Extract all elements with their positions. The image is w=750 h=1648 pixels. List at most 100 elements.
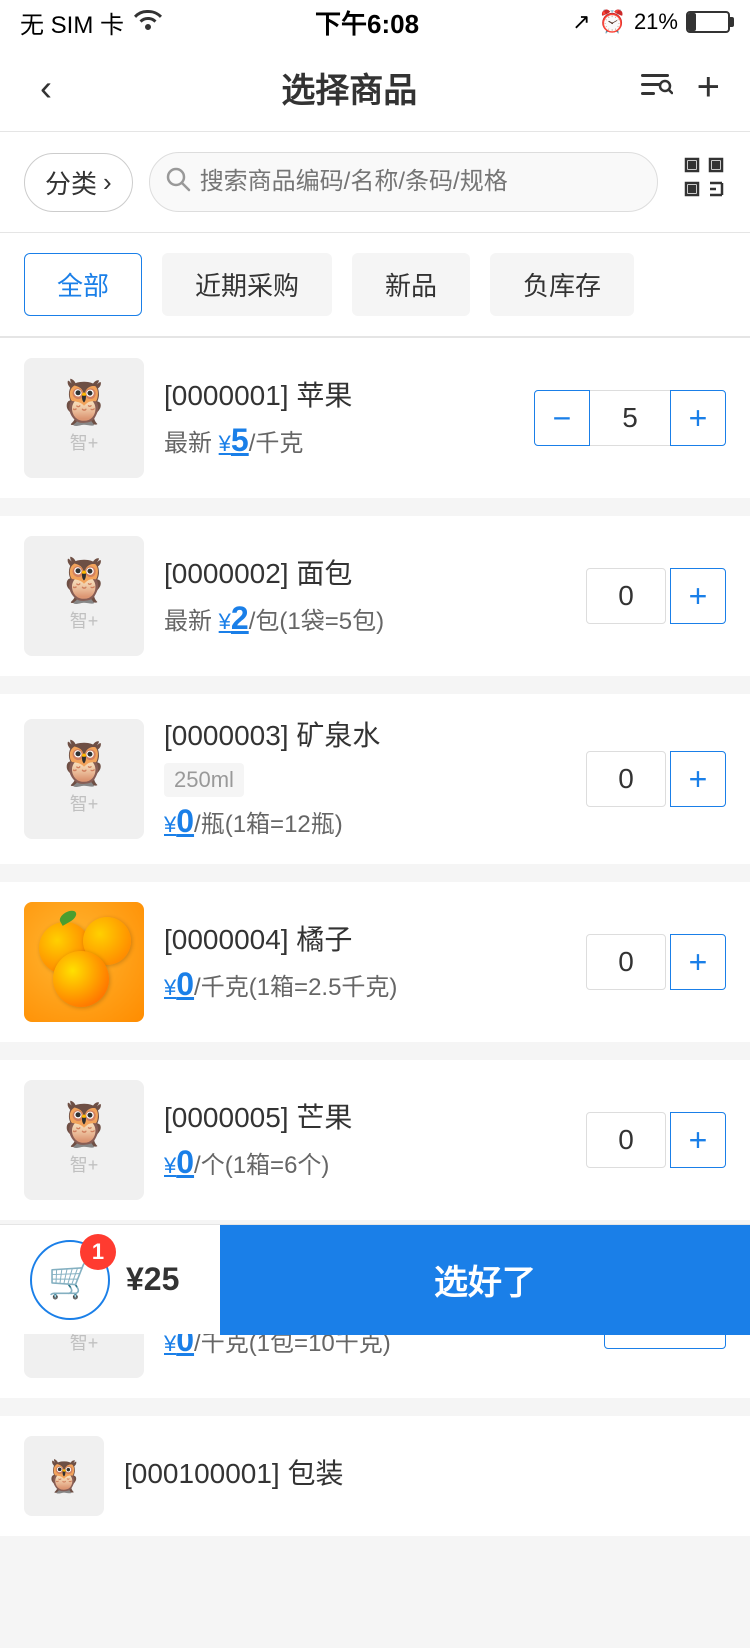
product-thumbnail: 🦉 (24, 1436, 104, 1516)
page-title: 选择商品 (281, 63, 417, 112)
price-yen: ¥ (219, 431, 231, 456)
product-name: [0000001] 苹果 (164, 374, 534, 414)
status-left: 无 SIM 卡 (20, 5, 162, 40)
product-info: [0000003] 矿泉水 250ml ¥0/瓶(1箱=12瓶) (164, 714, 586, 844)
product-price: ¥0/瓶(1箱=12瓶) (164, 803, 586, 840)
qty-stepper[interactable] (586, 751, 666, 807)
product-info: [0000002] 面包 最新 ¥2/包(1袋=5包) (164, 552, 586, 641)
qty-increase-button[interactable]: + (670, 390, 726, 446)
alarm-icon: ⏰ (599, 9, 626, 35)
bottom-bar: 🛒 1 ¥25 选好了 (0, 1224, 750, 1334)
add-button[interactable]: + (697, 65, 720, 110)
qty-stepper[interactable] (586, 1112, 666, 1168)
category-label: 分类 (45, 164, 97, 201)
tab-all[interactable]: 全部 (24, 253, 142, 316)
product-list: 🦉 智+ [0000001] 苹果 最新 ¥5/千克 − + 🦉 智+ [ (0, 338, 750, 1648)
search-wrap (149, 152, 658, 212)
price-prefix: 最新 (164, 608, 212, 635)
category-button[interactable]: 分类 › (24, 153, 133, 212)
product-name: [0000002] 面包 (164, 552, 586, 592)
cart-section: 🛒 1 ¥25 (0, 1240, 220, 1320)
product-name: [0000004] 橘子 (164, 918, 586, 958)
price-yen: ¥ (219, 609, 231, 634)
product-info: [0000005] 芒果 ¥0/个(1箱=6个) (164, 1096, 586, 1185)
placeholder-owl: 🦉 智+ (57, 381, 112, 455)
qty-stepper[interactable] (586, 568, 666, 624)
owl-icon: 🦉 (57, 742, 112, 786)
status-time: 下午6:08 (315, 4, 419, 41)
status-bar: 无 SIM 卡 下午6:08 ↗ ⏰ 21% (0, 0, 750, 44)
category-chevron: › (103, 167, 112, 198)
price-prefix: 最新 (164, 430, 212, 457)
battery-icon (686, 11, 730, 33)
product-name: [0000003] 矿泉水 (164, 714, 586, 754)
filter-button[interactable] (637, 66, 673, 110)
owl-icon: 🦉 (57, 1103, 112, 1147)
tab-bar: 全部 近期采购 新品 负库存 (0, 233, 750, 338)
qty-increase-button[interactable]: + (670, 934, 726, 990)
price-unit: /包(1袋=5包) (249, 608, 384, 635)
nav-bar: ‹ 选择商品 + (0, 44, 750, 132)
product-info: [0000001] 苹果 最新 ¥5/千克 (164, 374, 534, 463)
quantity-control: + (586, 751, 726, 807)
tab-recent[interactable]: 近期采购 (162, 253, 332, 316)
product-name: [000100001] 包装 (124, 1452, 726, 1492)
owl-icon: 🦉 (44, 1460, 84, 1492)
product-thumbnail: 🦉 智+ (24, 536, 144, 656)
list-item: 🦉 [000100001] 包装 (0, 1416, 750, 1536)
search-icon (165, 166, 191, 199)
list-item: 🦉 智+ [0000002] 面包 最新 ¥2/包(1袋=5包) + (0, 516, 750, 676)
list-item: 🦉 智+ [0000003] 矿泉水 250ml ¥0/瓶(1箱=12瓶) + (0, 694, 750, 864)
product-info: [0000004] 橘子 ¥0/千克(1箱=2.5千克) (164, 918, 586, 1007)
battery-label: 21% (634, 9, 678, 35)
product-name: [0000005] 芒果 (164, 1096, 586, 1136)
confirm-button[interactable]: 选好了 (220, 1225, 750, 1335)
carrier-label: 无 SIM 卡 (20, 5, 124, 40)
qty-stepper[interactable] (586, 934, 666, 990)
price-amount: 5 (231, 422, 249, 458)
qty-stepper[interactable] (590, 390, 670, 446)
price-yen: ¥ (164, 1331, 176, 1356)
price-amount: 0 (176, 1144, 194, 1180)
price-amount: 2 (231, 600, 249, 636)
price-unit: /千克 (249, 430, 304, 457)
quantity-control: + (586, 568, 726, 624)
tab-negative[interactable]: 负库存 (490, 253, 634, 316)
price-yen: ¥ (164, 812, 176, 837)
product-thumbnail: 🦉 智+ (24, 1080, 144, 1200)
quantity-control: − + (534, 390, 726, 446)
product-price: 最新 ¥2/包(1袋=5包) (164, 600, 586, 637)
cart-total: ¥25 (126, 1261, 179, 1298)
product-thumbnail (24, 902, 144, 1022)
price-yen: ¥ (164, 1153, 176, 1178)
product-thumbnail: 🦉 智+ (24, 719, 144, 839)
filter-bar: 分类 › (0, 132, 750, 233)
status-right: ↗ ⏰ 21% (572, 9, 730, 35)
qty-increase-button[interactable]: + (670, 568, 726, 624)
list-item: [0000004] 橘子 ¥0/千克(1箱=2.5千克) + (0, 882, 750, 1042)
price-unit: /个(1箱=6个) (194, 1152, 329, 1179)
qty-increase-button[interactable]: + (670, 1112, 726, 1168)
qty-increase-button[interactable]: + (670, 751, 726, 807)
wifi-icon (134, 8, 162, 37)
product-price: ¥0/个(1箱=6个) (164, 1144, 586, 1181)
price-yen: ¥ (164, 975, 176, 1000)
price-unit: /瓶(1箱=12瓶) (194, 811, 343, 838)
cart-button[interactable]: 🛒 1 (30, 1240, 110, 1320)
list-item: 🦉 智+ [0000005] 芒果 ¥0/个(1箱=6个) + (0, 1060, 750, 1220)
back-button[interactable]: ‹ (30, 57, 62, 119)
cart-badge: 1 (80, 1234, 116, 1270)
product-price: 最新 ¥5/千克 (164, 422, 534, 459)
product-info: [000100001] 包装 (124, 1452, 726, 1500)
search-input[interactable] (149, 152, 658, 212)
scan-icon[interactable] (682, 155, 726, 209)
quantity-control: + (586, 934, 726, 990)
owl-icon: 🦉 (57, 381, 112, 425)
product-price: ¥0/千克(1箱=2.5千克) (164, 966, 586, 1003)
price-amount: 0 (176, 966, 194, 1002)
qty-decrease-button[interactable]: − (534, 390, 590, 446)
location-icon: ↗ (572, 9, 590, 35)
owl-icon: 🦉 (57, 559, 112, 603)
tab-new[interactable]: 新品 (352, 253, 470, 316)
price-amount: 0 (176, 803, 194, 839)
